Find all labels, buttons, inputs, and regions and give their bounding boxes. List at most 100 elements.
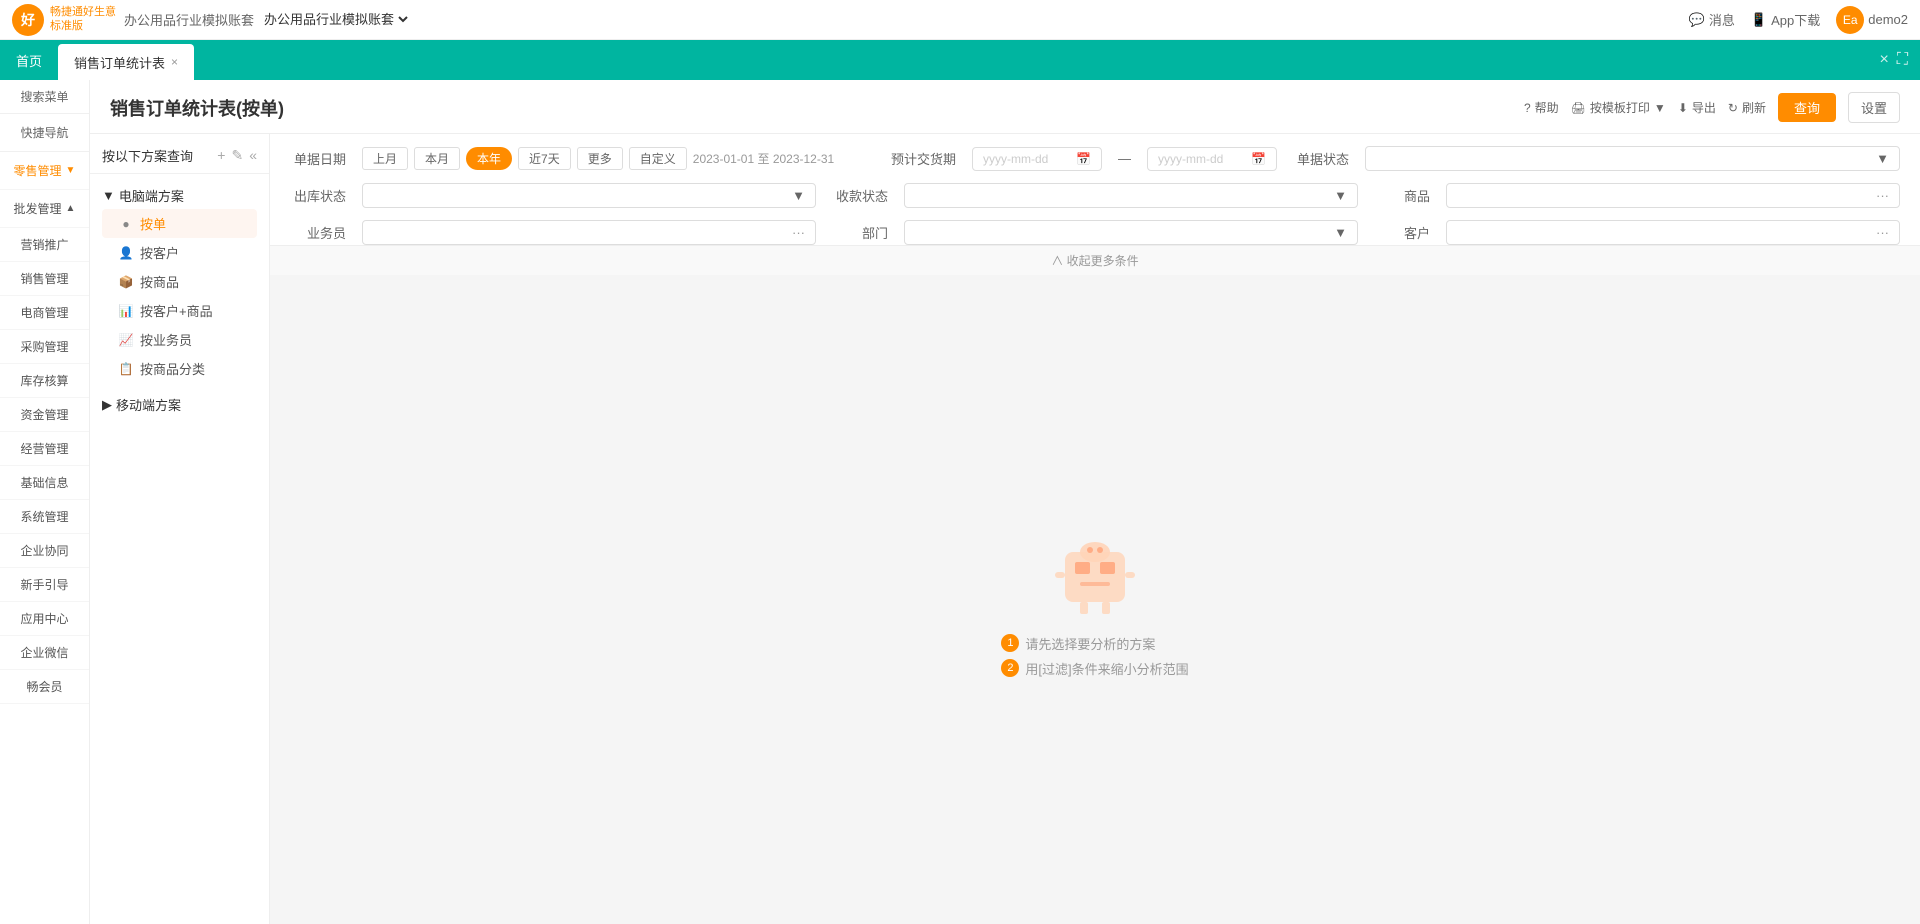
logo-area: 好 畅捷通好生意 标准版 <box>12 4 116 36</box>
sidebar-search[interactable]: 搜索菜单 <box>0 80 89 114</box>
custom-btn[interactable]: 自定义 <box>629 147 687 170</box>
sidebar-item-basic[interactable]: 基础信息 <box>0 466 89 500</box>
sidebar-item-member[interactable]: 畅会员 <box>0 670 89 704</box>
query-button[interactable]: 查询 <box>1778 93 1836 122</box>
sidebar-item-inventory[interactable]: 库存核算 <box>0 364 89 398</box>
sidebar-item-marketing[interactable]: 营销推广 <box>0 228 89 262</box>
tab-close-icon[interactable]: × <box>171 55 178 69</box>
staff-more-icon[interactable]: ··· <box>792 225 805 240</box>
collapse-button[interactable]: ∧ 收起更多条件 <box>270 245 1920 275</box>
dept-dropdown-icon: ▼ <box>1334 225 1347 240</box>
bill-status-dropdown-icon: ▼ <box>1876 151 1889 166</box>
delivery-date-end[interactable]: yyyy-mm-dd 📅 <box>1147 147 1277 171</box>
export-icon: ⬇ <box>1678 101 1688 115</box>
customer-more-icon[interactable]: ··· <box>1876 225 1889 240</box>
scheme-item-by-customer-goods[interactable]: 📊 按客户+商品 <box>102 296 257 325</box>
ship-status-dropdown-icon: ▼ <box>792 188 805 203</box>
more-btn[interactable]: 更多 <box>577 147 623 170</box>
empty-state: 1 请先选择要分析的方案 2 用[过滤]条件来缩小分析范围 <box>270 275 1920 924</box>
breadcrumb-select[interactable]: 办公用品行业模拟账套 <box>260 11 411 28</box>
scheme-group-pc-title[interactable]: ▼ 电脑端方案 <box>102 182 257 209</box>
tab-minimize-icon[interactable]: × <box>1879 51 1888 69</box>
scheme-by-staff-icon: 📈 <box>118 332 134 348</box>
refresh-icon: ↻ <box>1728 101 1738 115</box>
scheme-item-by-goods[interactable]: 📦 按商品 <box>102 267 257 296</box>
sidebar-item-retail[interactable]: 零售管理▼ <box>0 152 89 190</box>
scheme-by-goods-icon: 📦 <box>118 274 134 290</box>
this-month-btn[interactable]: 本月 <box>414 147 460 170</box>
staff-select[interactable]: ··· <box>362 220 816 245</box>
scheme-mobile-arrow-icon: ▶ <box>102 397 112 413</box>
tab-sales-order[interactable]: 销售订单统计表 × <box>58 44 194 80</box>
ship-status-select[interactable]: ▼ <box>362 183 816 208</box>
this-year-btn[interactable]: 本年 <box>466 147 512 170</box>
sidebar-item-sales[interactable]: 销售管理 <box>0 262 89 296</box>
bill-status-label: 单据状态 <box>1293 149 1349 168</box>
sidebar-item-appcenter[interactable]: 应用中心 <box>0 602 89 636</box>
filter-row-1: 单据日期 上月 本月 本年 近7天 更多 自定义 2023-01-01 至 20… <box>290 146 1900 171</box>
sidebar-item-operations[interactable]: 经营管理 <box>0 432 89 466</box>
delivery-date-label: 预计交货期 <box>891 149 956 168</box>
sidebar-item-wholesale[interactable]: 批发管理▲ <box>0 190 89 228</box>
sidebar-item-finance[interactable]: 资金管理 <box>0 398 89 432</box>
calendar-end-icon[interactable]: 📅 <box>1251 152 1266 166</box>
scheme-item-by-staff[interactable]: 📈 按业务员 <box>102 325 257 354</box>
sidebar-item-system[interactable]: 系统管理 <box>0 500 89 534</box>
empty-hint-2: 2 用[过滤]条件来缩小分析范围 <box>1001 659 1188 678</box>
collapse-icon: ∧ <box>1051 254 1063 268</box>
goods-more-icon[interactable]: ··· <box>1876 188 1889 203</box>
message-button[interactable]: 💬 消息 <box>1689 10 1735 29</box>
sidebar-item-enterprise[interactable]: 企业协同 <box>0 534 89 568</box>
tab-maximize-icon[interactable]: ⛶ <box>1897 51 1908 69</box>
sidebar-item-newbie[interactable]: 新手引导 <box>0 568 89 602</box>
sidebar-item-purchase[interactable]: 采购管理 <box>0 330 89 364</box>
sidebar-quick-nav[interactable]: 快捷导航 <box>0 114 89 152</box>
receipt-status-select[interactable]: ▼ <box>904 183 1358 208</box>
print-button[interactable]: 🖨 按模板打印 ▼ <box>1571 99 1666 116</box>
customer-select[interactable]: ··· <box>1446 220 1900 245</box>
print-icon: 🖨 <box>1571 101 1586 115</box>
scheme-add-icon[interactable]: + <box>217 147 225 164</box>
help-button[interactable]: ? 帮助 <box>1524 99 1559 116</box>
scheme-item-by-order[interactable]: ● 按单 <box>102 209 257 238</box>
export-button[interactable]: ⬇ 导出 <box>1678 99 1716 116</box>
app-download-button[interactable]: 📱 App下载 <box>1751 10 1820 29</box>
date-filter-label: 单据日期 <box>290 149 346 168</box>
scheme-panel: 按以下方案查询 + ✎ « ▼ 电脑端方案 ● 按单 <box>90 134 270 924</box>
user-menu[interactable]: Ea demo2 <box>1836 6 1908 34</box>
scheme-item-by-category[interactable]: 📋 按商品分类 <box>102 354 257 383</box>
scheme-collapse-icon[interactable]: « <box>249 147 257 164</box>
filter-row-2: 出库状态 ▼ 收款状态 ▼ 商品 ··· <box>290 183 1900 208</box>
delivery-date-start[interactable]: yyyy-mm-dd 📅 <box>972 147 1102 171</box>
tab-home[interactable]: 首页 <box>0 40 58 80</box>
dept-label: 部门 <box>832 223 888 242</box>
last-month-btn[interactable]: 上月 <box>362 147 408 170</box>
settings-button[interactable]: 设置 <box>1848 92 1900 123</box>
scheme-by-order-icon: ● <box>118 216 134 232</box>
tab-bar-right: × ⛶ <box>1879 51 1920 69</box>
last-7days-btn[interactable]: 近7天 <box>518 147 571 170</box>
sidebar-item-wechat[interactable]: 企业微信 <box>0 636 89 670</box>
customer-label: 客户 <box>1374 223 1430 242</box>
filter-row-3: 业务员 ··· 部门 ▼ 客户 ··· <box>290 220 1900 245</box>
empty-hints: 1 请先选择要分析的方案 2 用[过滤]条件来缩小分析范围 <box>1001 634 1188 678</box>
hint-num-1: 1 <box>1001 634 1019 652</box>
message-icon: 💬 <box>1689 12 1705 28</box>
avatar: Ea <box>1836 6 1864 34</box>
bill-status-select[interactable]: ▼ <box>1365 146 1900 171</box>
scheme-edit-icon[interactable]: ✎ <box>231 147 243 164</box>
goods-select[interactable]: ··· <box>1446 183 1900 208</box>
sidebar-item-ecommerce[interactable]: 电商管理 <box>0 296 89 330</box>
scheme-item-by-customer[interactable]: 👤 按客户 <box>102 238 257 267</box>
page-header: 销售订单统计表(按单) ? 帮助 🖨 按模板打印 ▼ ⬇ 导出 ↻ 刷新 <box>90 80 1920 134</box>
scheme-by-customer-icon: 👤 <box>118 245 134 261</box>
logo-icon: 好 <box>12 4 44 36</box>
dept-select[interactable]: ▼ <box>904 220 1358 245</box>
scheme-group-mobile-title[interactable]: ▶ 移动端方案 <box>102 391 257 418</box>
hint-num-2: 2 <box>1001 659 1019 677</box>
breadcrumb: 办公用品行业模拟账套 办公用品行业模拟账套 <box>124 10 1681 29</box>
calendar-start-icon[interactable]: 📅 <box>1076 152 1091 166</box>
page-actions: ? 帮助 🖨 按模板打印 ▼ ⬇ 导出 ↻ 刷新 查询 设置 <box>1524 92 1900 133</box>
refresh-button[interactable]: ↻ 刷新 <box>1728 99 1766 116</box>
help-icon: ? <box>1524 101 1531 115</box>
